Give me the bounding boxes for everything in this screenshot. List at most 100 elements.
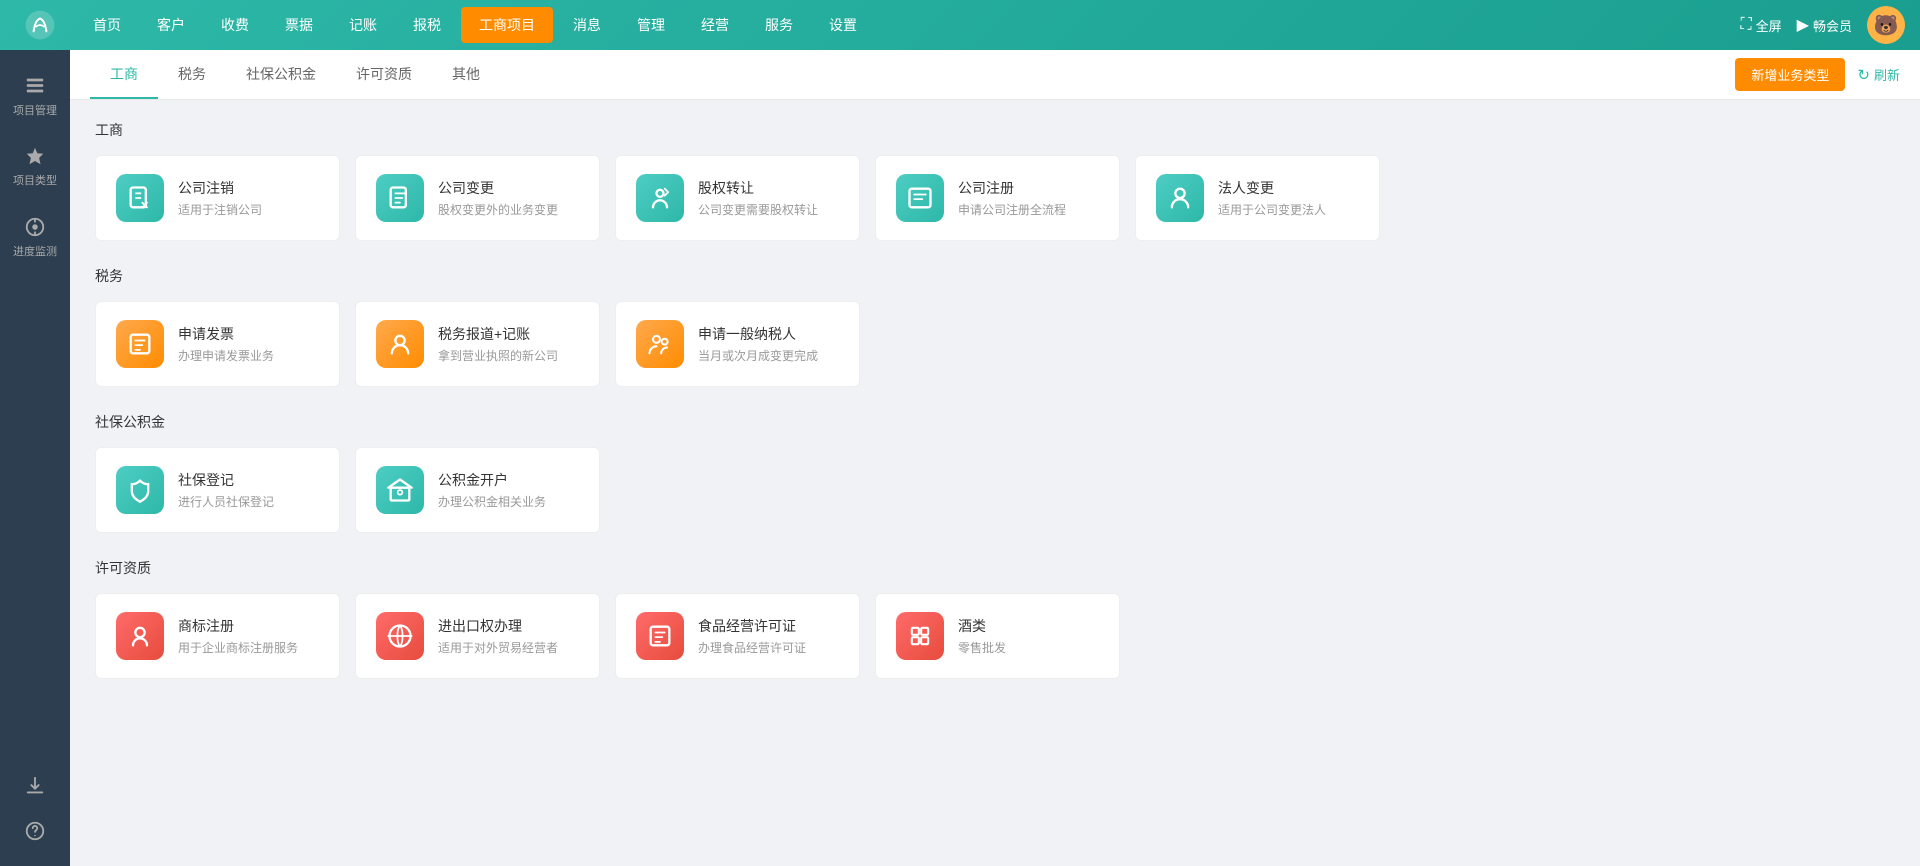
card-housing-fund[interactable]: 公积金开户 办理公积金相关业务 <box>355 447 600 533</box>
company-register-desc: 申请公司注册全流程 <box>958 202 1099 219</box>
nav-service[interactable]: 服务 <box>747 0 811 50</box>
nav-customer[interactable]: 客户 <box>139 0 203 50</box>
tab-social-insurance[interactable]: 社保公积金 <box>226 50 336 99</box>
list-icon <box>21 72 49 100</box>
top-navigation: 首页 客户 收费 票据 记账 报税 工商项目 消息 管理 经营 服务 设置 ⛶ … <box>0 0 1920 50</box>
card-general-taxpayer[interactable]: 申请一般纳税人 当月或次月成变更完成 <box>615 301 860 387</box>
sidebar-bottom <box>15 766 55 866</box>
company-cancel-icon <box>116 174 164 222</box>
alcohol-icon <box>896 612 944 660</box>
nav-settings[interactable]: 设置 <box>811 0 875 50</box>
cards-grid-xuke: 商标注册 用于企业商标注册服务 进出口权办理 适用于对外贸易经营者 <box>95 593 1895 679</box>
section-title-shuiwu: 税务 <box>95 266 1895 286</box>
apply-invoice-title: 申请发票 <box>178 324 319 344</box>
sidebar-help-icon[interactable] <box>15 811 55 851</box>
card-company-register[interactable]: 公司注册 申请公司注册全流程 <box>875 155 1120 241</box>
nav-right: ⛶ 全屏 ▶ 畅会员 🐻 <box>1740 6 1920 44</box>
tax-bookkeeping-info: 税务报道+记账 拿到营业执照的新公司 <box>438 324 579 365</box>
card-apply-invoice[interactable]: 申请发票 办理申请发票业务 <box>95 301 340 387</box>
tab-business[interactable]: 工商 <box>90 50 158 99</box>
nav-business[interactable]: 工商项目 <box>461 7 553 43</box>
company-cancel-title: 公司注销 <box>178 178 319 198</box>
social-insurance-title: 社保登记 <box>178 470 319 490</box>
housing-fund-icon <box>376 466 424 514</box>
tab-bar: 工商 税务 社保公积金 许可资质 其他 新增业务类型 ↻ 刷新 <box>70 50 1920 100</box>
tax-bookkeeping-title: 税务报道+记账 <box>438 324 579 344</box>
cards-grid-shuiwu: 申请发票 办理申请发票业务 税务报道+记账 拿到营业执照的新公司 <box>95 301 1895 387</box>
housing-fund-info: 公积金开户 办理公积金相关业务 <box>438 470 579 511</box>
legal-change-title: 法人变更 <box>1218 178 1359 198</box>
vip-label: 畅会员 <box>1813 16 1852 35</box>
sidebar-label-project-type: 项目类型 <box>13 174 57 188</box>
nav-fee[interactable]: 收费 <box>203 0 267 50</box>
logo[interactable] <box>15 9 65 41</box>
equity-transfer-title: 股权转让 <box>698 178 839 198</box>
nav-items: 首页 客户 收费 票据 记账 报税 工商项目 消息 管理 经营 服务 设置 <box>75 0 1740 50</box>
social-insurance-icon <box>116 466 164 514</box>
company-change-info: 公司变更 股权变更外的业务变更 <box>438 178 579 219</box>
trademark-title: 商标注册 <box>178 616 319 636</box>
sidebar-item-progress[interactable]: 进度监测 <box>0 201 70 271</box>
sidebar-item-project-type[interactable]: 项目类型 <box>0 130 70 200</box>
refresh-label: 刷新 <box>1874 65 1900 84</box>
card-food-license[interactable]: 食品经营许可证 办理食品经营许可证 <box>615 593 860 679</box>
card-trademark[interactable]: 商标注册 用于企业商标注册服务 <box>95 593 340 679</box>
section-title-shebao: 社保公积金 <box>95 412 1895 432</box>
trademark-desc: 用于企业商标注册服务 <box>178 640 319 657</box>
card-alcohol[interactable]: 酒类 零售批发 <box>875 593 1120 679</box>
chart-icon <box>21 213 49 241</box>
fullscreen-button[interactable]: ⛶ 全屏 <box>1740 16 1781 35</box>
tab-actions: 新增业务类型 ↻ 刷新 <box>1735 58 1900 91</box>
nav-invoice[interactable]: 票据 <box>267 0 331 50</box>
legal-change-icon <box>1156 174 1204 222</box>
social-insurance-info: 社保登记 进行人员社保登记 <box>178 470 319 511</box>
company-register-info: 公司注册 申请公司注册全流程 <box>958 178 1099 219</box>
equity-transfer-desc: 公司变更需要股权转让 <box>698 202 839 219</box>
nav-message[interactable]: 消息 <box>555 0 619 50</box>
card-equity-transfer[interactable]: 股权转让 公司变更需要股权转让 <box>615 155 860 241</box>
sidebar-download-icon[interactable] <box>15 766 55 806</box>
sidebar-item-project-manage[interactable]: 项目管理 <box>0 60 70 130</box>
card-legal-change[interactable]: 法人变更 适用于公司变更法人 <box>1135 155 1380 241</box>
nav-tax[interactable]: 报税 <box>395 0 459 50</box>
nav-operation[interactable]: 经营 <box>683 0 747 50</box>
food-license-desc: 办理食品经营许可证 <box>698 640 839 657</box>
company-register-title: 公司注册 <box>958 178 1099 198</box>
section-title-gongshang: 工商 <box>95 120 1895 140</box>
nav-bookkeeping[interactable]: 记账 <box>331 0 395 50</box>
alcohol-info: 酒类 零售批发 <box>958 616 1099 657</box>
tab-tax[interactable]: 税务 <box>158 50 226 99</box>
vip-button[interactable]: ▶ 畅会员 <box>1797 15 1852 35</box>
company-change-icon <box>376 174 424 222</box>
section-title-xuke: 许可资质 <box>95 558 1895 578</box>
alcohol-desc: 零售批发 <box>958 640 1099 657</box>
vip-icon: ▶ <box>1797 15 1809 35</box>
import-export-title: 进出口权办理 <box>438 616 579 636</box>
avatar[interactable]: 🐻 <box>1867 6 1905 44</box>
card-company-cancel[interactable]: 公司注销 适用于注销公司 <box>95 155 340 241</box>
refresh-button[interactable]: ↻ 刷新 <box>1857 65 1900 84</box>
card-import-export[interactable]: 进出口权办理 适用于对外贸易经营者 <box>355 593 600 679</box>
nav-home[interactable]: 首页 <box>75 0 139 50</box>
card-social-insurance[interactable]: 社保登记 进行人员社保登记 <box>95 447 340 533</box>
tab-other[interactable]: 其他 <box>432 50 500 99</box>
import-export-icon <box>376 612 424 660</box>
food-license-icon <box>636 612 684 660</box>
general-taxpayer-title: 申请一般纳税人 <box>698 324 839 344</box>
trademark-info: 商标注册 用于企业商标注册服务 <box>178 616 319 657</box>
cards-grid-shebao: 社保登记 进行人员社保登记 公积金开户 办理公积金相关业务 <box>95 447 1895 533</box>
tab-license[interactable]: 许可资质 <box>336 50 432 99</box>
general-taxpayer-desc: 当月或次月成变更完成 <box>698 348 839 365</box>
equity-transfer-icon <box>636 174 684 222</box>
nav-manage[interactable]: 管理 <box>619 0 683 50</box>
card-tax-bookkeeping[interactable]: 税务报道+记账 拿到营业执照的新公司 <box>355 301 600 387</box>
scroll-content[interactable]: 工商 公司注销 适用于注销公司 公司变更 <box>70 100 1920 866</box>
add-business-type-button[interactable]: 新增业务类型 <box>1735 58 1845 91</box>
tabs: 工商 税务 社保公积金 许可资质 其他 <box>90 50 500 99</box>
company-cancel-desc: 适用于注销公司 <box>178 202 319 219</box>
content-area: 工商 税务 社保公积金 许可资质 其他 新增业务类型 ↻ 刷新 工商 <box>70 50 1920 866</box>
card-company-change[interactable]: 公司变更 股权变更外的业务变更 <box>355 155 600 241</box>
company-register-icon <box>896 174 944 222</box>
legal-change-desc: 适用于公司变更法人 <box>1218 202 1359 219</box>
tax-bookkeeping-icon <box>376 320 424 368</box>
